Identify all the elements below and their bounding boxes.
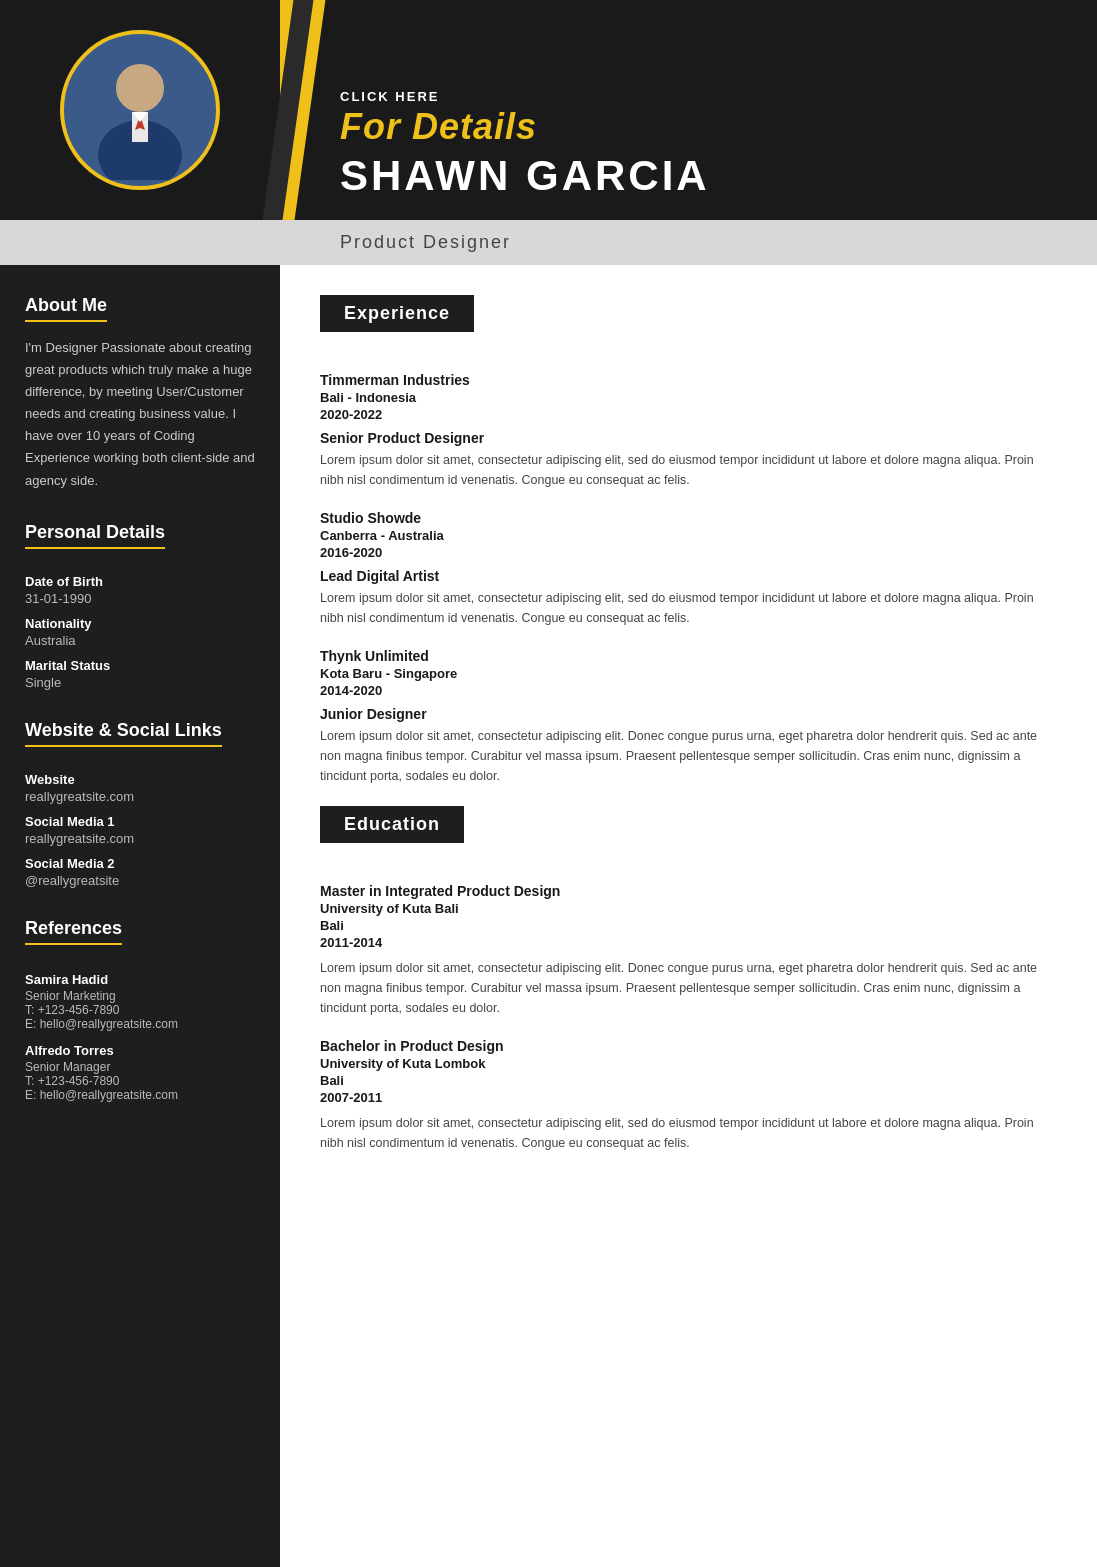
edu1-university: University of Kuta Bali (320, 901, 1057, 916)
about-section: About Me I'm Designer Passionate about c… (25, 295, 255, 492)
edu2-desc: Lorem ipsum dolor sit amet, consectetur … (320, 1113, 1057, 1153)
marital-label: Marital Status (25, 658, 255, 673)
avatar (60, 30, 220, 190)
main-section: Experience Timmerman Industries Bali - I… (280, 265, 1097, 1567)
ref2-email: E: hello@reallygreatsite.com (25, 1088, 255, 1102)
exp2-location: Canberra - Australia (320, 528, 1057, 543)
svg-point-1 (116, 64, 164, 112)
experience-item-1: Timmerman Industries Bali - Indonesia 20… (320, 372, 1057, 490)
exp3-location: Kota Baru - Singapore (320, 666, 1057, 681)
experience-item-2: Studio Showde Canberra - Australia 2016-… (320, 510, 1057, 628)
marital-value: Single (25, 675, 255, 690)
exp2-role: Lead Digital Artist (320, 568, 1057, 584)
for-details-label[interactable]: For Details (340, 106, 1057, 148)
social1-label: Social Media 1 (25, 814, 255, 829)
experience-title: Experience (320, 295, 474, 332)
exp3-years: 2014-2020 (320, 683, 1057, 698)
edu2-degree: Bachelor in Product Design (320, 1038, 1057, 1054)
references-section: References Samira Hadid Senior Marketing… (25, 918, 255, 1102)
header-left (0, 0, 280, 220)
exp3-company: Thynk Unlimited (320, 648, 1057, 664)
edu1-years: 2011-2014 (320, 935, 1057, 950)
main-content: About Me I'm Designer Passionate about c… (0, 265, 1097, 1567)
website-value: reallygreatsite.com (25, 789, 255, 804)
exp1-role: Senior Product Designer (320, 430, 1057, 446)
ref1-name: Samira Hadid (25, 972, 255, 987)
social1-value: reallygreatsite.com (25, 831, 255, 846)
references-title: References (25, 918, 122, 945)
exp1-company: Timmerman Industries (320, 372, 1057, 388)
exp3-role: Junior Designer (320, 706, 1057, 722)
nationality-value: Australia (25, 633, 255, 648)
education-item-1: Master in Integrated Product Design Univ… (320, 883, 1057, 1018)
personal-section: Personal Details Date of Birth 31-01-199… (25, 522, 255, 690)
exp1-years: 2020-2022 (320, 407, 1057, 422)
sidebar: About Me I'm Designer Passionate about c… (0, 265, 280, 1567)
ref1-role: Senior Marketing (25, 989, 255, 1003)
personal-title: Personal Details (25, 522, 165, 549)
header: CLICK HERE For Details SHAWN GARCIA (0, 0, 1097, 220)
exp1-desc: Lorem ipsum dolor sit amet, consectetur … (320, 450, 1057, 490)
click-here-label: CLICK HERE (340, 89, 1057, 104)
edu1-degree: Master in Integrated Product Design (320, 883, 1057, 899)
dob-label: Date of Birth (25, 574, 255, 589)
about-text: I'm Designer Passionate about creating g… (25, 337, 255, 492)
social2-value: @reallygreatsite (25, 873, 255, 888)
dob-value: 31-01-1990 (25, 591, 255, 606)
ref2-name: Alfredo Torres (25, 1043, 255, 1058)
subtitle-bar: Product Designer (0, 220, 1097, 265)
ref1-email: E: hello@reallygreatsite.com (25, 1017, 255, 1031)
experience-header-row: Experience (320, 295, 1057, 352)
edu2-university: University of Kuta Lombok (320, 1056, 1057, 1071)
exp2-years: 2016-2020 (320, 545, 1057, 560)
edu2-location: Bali (320, 1073, 1057, 1088)
social2-label: Social Media 2 (25, 856, 255, 871)
education-header-row: Education (320, 806, 1057, 863)
edu2-years: 2007-2011 (320, 1090, 1057, 1105)
experience-item-3: Thynk Unlimited Kota Baru - Singapore 20… (320, 648, 1057, 786)
header-right: CLICK HERE For Details SHAWN GARCIA (280, 0, 1097, 220)
exp2-desc: Lorem ipsum dolor sit amet, consectetur … (320, 588, 1057, 628)
header-title: Product Designer (340, 232, 511, 253)
about-title: About Me (25, 295, 107, 322)
social-title: Website & Social Links (25, 720, 222, 747)
social-section: Website & Social Links Website reallygre… (25, 720, 255, 888)
nationality-label: Nationality (25, 616, 255, 631)
exp1-location: Bali - Indonesia (320, 390, 1057, 405)
education-title: Education (320, 806, 464, 843)
website-label: Website (25, 772, 255, 787)
exp2-company: Studio Showde (320, 510, 1057, 526)
ref2-phone: T: +123-456-7890 (25, 1074, 255, 1088)
ref-2: Alfredo Torres Senior Manager T: +123-45… (25, 1043, 255, 1102)
ref1-phone: T: +123-456-7890 (25, 1003, 255, 1017)
edu1-desc: Lorem ipsum dolor sit amet, consectetur … (320, 958, 1057, 1018)
exp3-desc: Lorem ipsum dolor sit amet, consectetur … (320, 726, 1057, 786)
education-item-2: Bachelor in Product Design University of… (320, 1038, 1057, 1153)
edu1-location: Bali (320, 918, 1057, 933)
ref-1: Samira Hadid Senior Marketing T: +123-45… (25, 972, 255, 1031)
ref2-role: Senior Manager (25, 1060, 255, 1074)
header-name: SHAWN GARCIA (340, 152, 1057, 200)
